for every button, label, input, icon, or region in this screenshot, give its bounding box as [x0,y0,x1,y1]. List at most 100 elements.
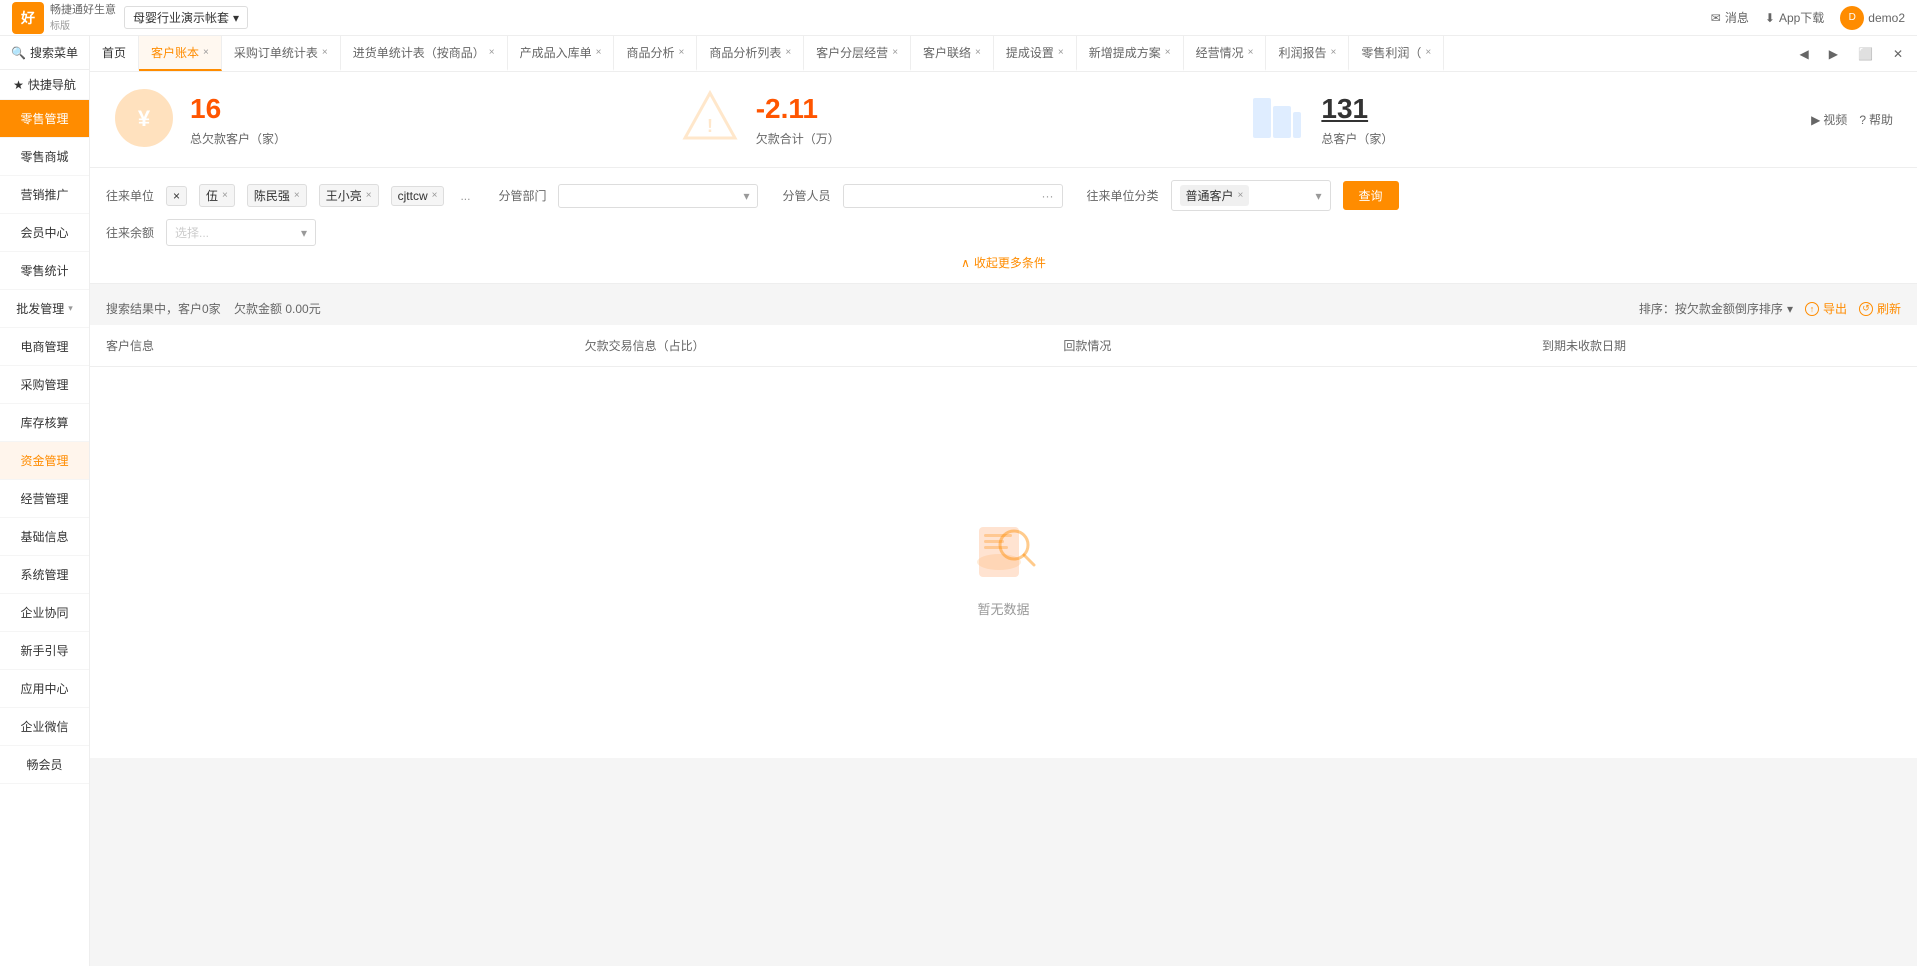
tab-close-retail-profit[interactable]: × [1425,47,1431,58]
message-icon: ✉ [1711,11,1721,25]
tab-maximize[interactable]: ⬜ [1852,39,1879,69]
dept-arrow-icon: ▾ [743,189,749,203]
filter-tag-cjttcw[interactable]: cjttcw × [391,186,445,206]
unit-class-tag[interactable]: 普通客户 × [1180,185,1250,206]
tab-customer-book[interactable]: 客户账本 × [139,36,222,71]
tab-bar-right: ◀ ▶ ⬜ ✕ [1786,39,1917,69]
query-button[interactable]: 查询 [1343,181,1399,210]
tab-restore[interactable]: ✕ [1887,39,1909,69]
unit-class-label: 往来单位分类 [1087,187,1159,204]
sidebar-item-retail-mall[interactable]: 零售商城 [0,138,89,176]
video-help-btn[interactable]: ▶ 视频 [1811,111,1847,128]
remove-unit-class[interactable]: × [1238,190,1244,201]
sidebar-item-ops[interactable]: 经营管理 [0,480,89,518]
sidebar-search[interactable]: 🔍 搜索菜单 [0,36,89,70]
filter-row-1: 往来单位 × 伍 × 陈民强 × 王小亮 × [106,180,1901,211]
tab-home[interactable]: 首页 [90,36,139,71]
tab-customer-seg[interactable]: 客户分层经营 × [804,36,911,71]
top-bar: 好 畅捷通好生意 标版 母婴行业演示帐套 ▾ ✉ 消息 ⬇ App下载 D de… [0,0,1917,36]
tab-stock-stats[interactable]: 进货单统计表（按商品） × [341,36,508,71]
tab-close-customer-book[interactable]: × [203,47,209,58]
sidebar-item-app-center[interactable]: 应用中心 [0,670,89,708]
person-more-icon: ··· [1042,189,1054,203]
sidebar-item-vip[interactable]: 畅会员 [0,746,89,784]
tab-close-cost-receipt[interactable]: × [596,47,602,58]
messages-btn[interactable]: ✉ 消息 [1711,9,1749,26]
tab-scroll-left[interactable]: ◀ [1794,39,1815,69]
sidebar-quick-nav[interactable]: ★ 快捷导航 [0,70,89,100]
filter-tag-wang[interactable]: 王小亮 × [319,184,379,207]
tab-close-ops-status[interactable]: × [1248,47,1254,58]
tab-product-analysis-list[interactable]: 商品分析列表 × [697,36,804,71]
sidebar-item-ecommerce[interactable]: 电商管理 [0,328,89,366]
person-filter-label: 分管人员 [782,187,830,204]
sidebar-item-marketing[interactable]: 营销推广 [0,176,89,214]
sidebar-item-retail-mgmt[interactable]: 零售管理 [0,100,89,138]
sidebar-item-enterprise-collab[interactable]: 企业协同 [0,594,89,632]
account-selector[interactable]: 母婴行业演示帐套 ▾ [124,6,248,29]
remove-tag-wang[interactable]: × [366,190,372,201]
help-btn[interactable]: ? 帮助 [1859,111,1893,128]
svg-text:!: ! [707,116,713,136]
app-logo-subtitle: 标版 [50,17,116,32]
tab-new-promotion[interactable]: 新增提成方案 × [1077,36,1184,71]
refresh-btn[interactable]: ↺ 刷新 [1859,300,1901,317]
collapse-button[interactable]: ∧ 收起更多条件 [961,254,1046,271]
sidebar: 🔍 搜索菜单 ★ 快捷导航 零售管理 零售商城 营销推广 会员中心 零售统计 批… [0,36,90,966]
tab-bar: 首页 客户账本 × 采购订单统计表 × 进货单统计表（按商品） × 产成品入库单… [90,36,1917,72]
user-profile[interactable]: D demo2 [1840,6,1905,30]
app-download-btn[interactable]: ⬇ App下载 [1765,9,1824,26]
tab-close-promotion-settings[interactable]: × [1058,47,1064,58]
tab-cost-receipt[interactable]: 产成品入库单 × [508,36,615,71]
content-area: 首页 客户账本 × 采购订单统计表 × 进货单统计表（按商品） × 产成品入库单… [90,36,1917,966]
tab-close-customer-seg[interactable]: × [892,47,898,58]
sort-select[interactable]: 排序：按欠款金额倒序排序 ▾ [1639,300,1793,317]
filter-row-2: 往来余额 选择... ▾ [106,219,1901,246]
sidebar-item-enterprise-wechat[interactable]: 企业微信 [0,708,89,746]
tab-close-product-list[interactable]: × [785,47,791,58]
person-filter-select[interactable]: ··· [843,184,1063,208]
stats-bar: ¥ 16 总欠款客户（家） ! [90,72,1917,168]
tab-close-purchase-order[interactable]: × [322,47,328,58]
results-summary: 搜索结果中，客户0家 欠款金额 0.00元 [106,300,321,317]
sidebar-item-inventory[interactable]: 库存核算 [0,404,89,442]
tab-close-stock-stats[interactable]: × [489,47,495,58]
col-due-date: 到期未收款日期 [1542,337,1901,354]
question-icon: ? [1859,113,1866,127]
tab-ops-status[interactable]: 经营情况 × [1184,36,1267,71]
remove-tag-chen[interactable]: × [294,190,300,201]
sidebar-item-system[interactable]: 系统管理 [0,556,89,594]
tab-customer-contact[interactable]: 客户联络 × [911,36,994,71]
sidebar-item-finance[interactable]: 资金管理 [0,442,89,480]
filter-tag-chen[interactable]: 陈民强 × [247,184,307,207]
download-icon: ⬇ [1765,11,1775,25]
refresh-icon: ↺ [1859,302,1873,316]
sidebar-item-wholesale[interactable]: 批发管理 ▾ [0,290,89,328]
filter-tag-wu[interactable]: 伍 × [199,184,235,207]
tab-retail-profit[interactable]: 零售利润（ × [1349,36,1444,71]
remove-tag-cjttcw[interactable]: × [432,190,438,201]
tab-close-new-promotion[interactable]: × [1165,47,1171,58]
stat3-value: 131 [1321,92,1393,126]
dept-filter-select[interactable]: ▾ [558,184,758,208]
sidebar-item-new-guide[interactable]: 新手引导 [0,632,89,670]
tab-scroll-right[interactable]: ▶ [1823,39,1844,69]
sidebar-item-member[interactable]: 会员中心 [0,214,89,252]
tab-close-profit-report[interactable]: × [1330,47,1336,58]
tab-close-product-analysis[interactable]: × [678,47,684,58]
sidebar-item-purchase[interactable]: 采购管理 [0,366,89,404]
sidebar-item-basic[interactable]: 基础信息 [0,518,89,556]
tab-promotion-settings[interactable]: 提成设置 × [994,36,1077,71]
stat-block-2: ! -2.11 欠款合计（万） [680,88,1246,151]
remove-tag-wu[interactable]: × [222,190,228,201]
sidebar-item-retail-stats[interactable]: 零售统计 [0,252,89,290]
tab-product-analysis[interactable]: 商品分析 × [614,36,697,71]
filter-tag-unit-all[interactable]: × [166,186,187,206]
balance-select[interactable]: 选择... ▾ [166,219,316,246]
tab-profit-report[interactable]: 利润报告 × [1266,36,1349,71]
unit-class-select[interactable]: 普通客户 × ▾ [1171,180,1331,211]
export-btn[interactable]: ↑ 导出 [1805,300,1847,317]
tab-close-customer-contact[interactable]: × [975,47,981,58]
more-tags-btn[interactable]: ... [456,187,474,205]
tab-purchase-order-stats[interactable]: 采购订单统计表 × [222,36,341,71]
